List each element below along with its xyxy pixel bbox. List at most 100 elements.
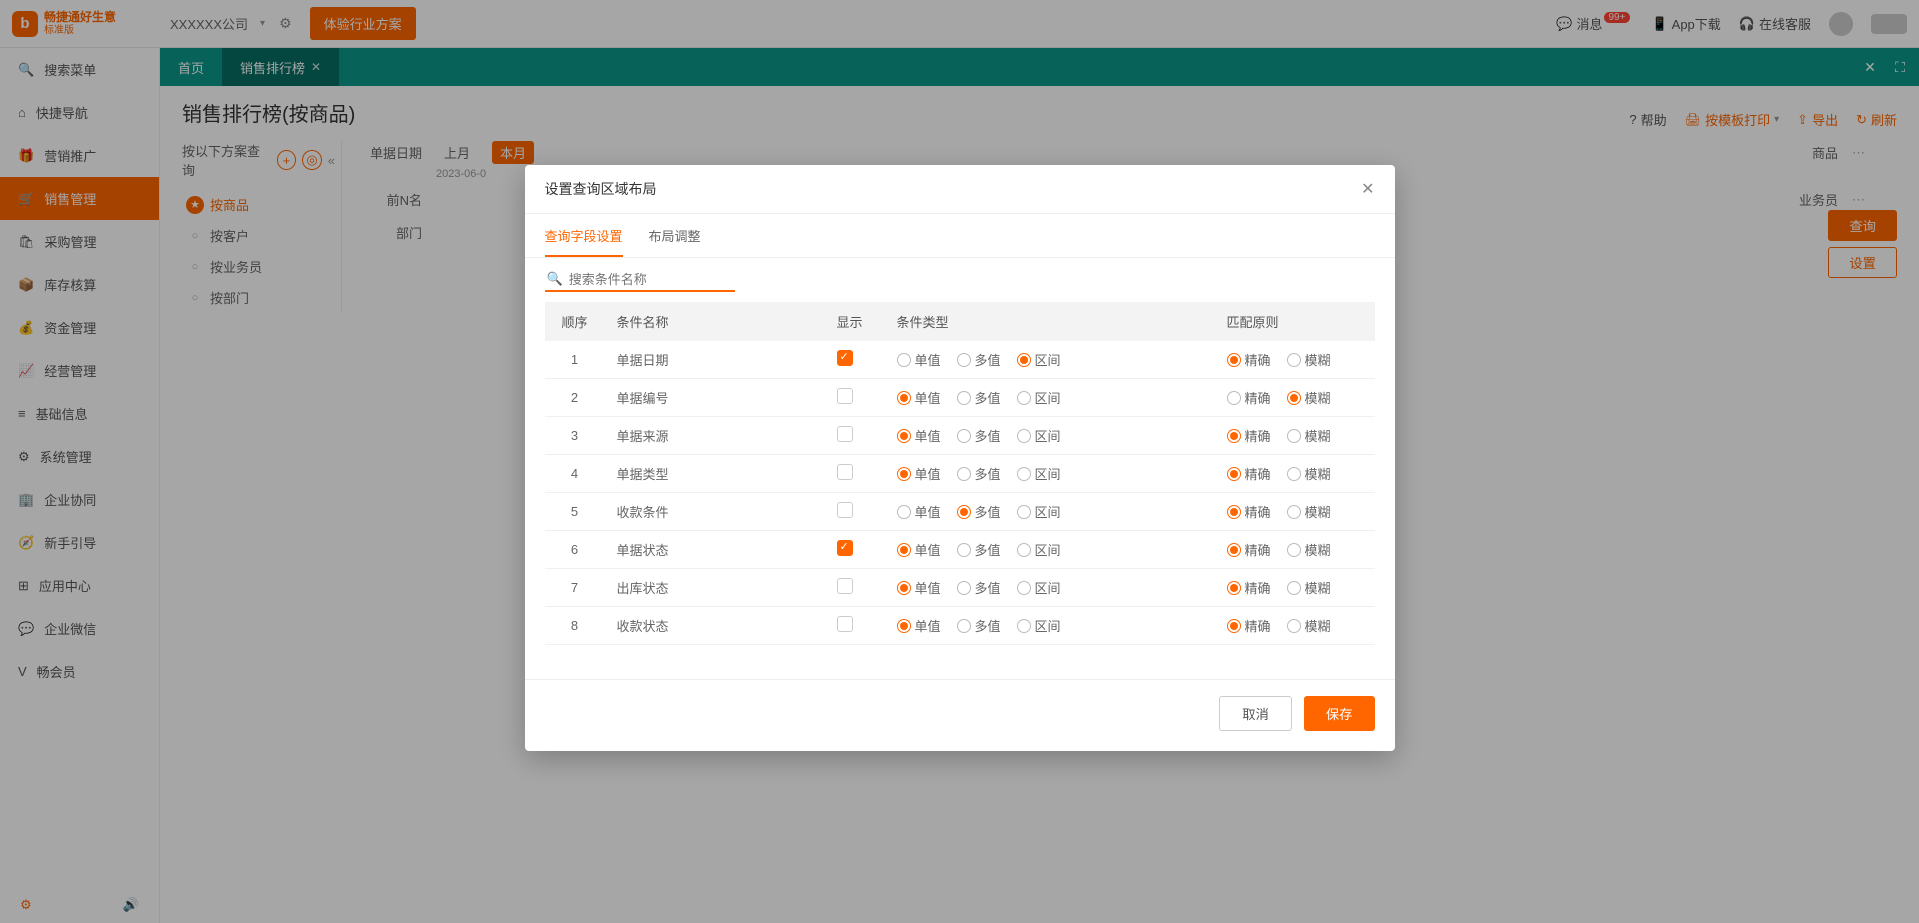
radio-option[interactable]: 区间 <box>1017 388 1061 407</box>
radio-option[interactable]: 单值 <box>897 464 941 483</box>
display-checkbox[interactable] <box>837 502 853 518</box>
radio-option[interactable]: 精确 <box>1227 502 1271 521</box>
table-row: 8收款状态单值多值区间精确模糊 <box>545 607 1375 645</box>
row-index: 6 <box>545 531 605 569</box>
radio-option[interactable]: 区间 <box>1017 540 1061 559</box>
display-checkbox[interactable] <box>837 540 853 556</box>
radio-option[interactable]: 模糊 <box>1287 616 1331 635</box>
radio-option[interactable]: 模糊 <box>1287 426 1331 445</box>
radio-option[interactable]: 区间 <box>1017 502 1061 521</box>
type-cell: 单值多值区间 <box>885 531 1215 569</box>
radio-option[interactable]: 精确 <box>1227 616 1271 635</box>
modal-overlay: 设置查询区域布局 ✕ 查询字段设置布局调整 🔍 顺序 条件名称 显示 条件类型 … <box>0 0 1919 923</box>
radio-option[interactable]: 区间 <box>1017 616 1061 635</box>
row-name: 单据来源 <box>605 417 825 455</box>
radio-option[interactable]: 精确 <box>1227 578 1271 597</box>
match-cell: 精确模糊 <box>1215 493 1375 531</box>
row-index: 8 <box>545 607 605 645</box>
radio-option[interactable]: 多值 <box>957 540 1001 559</box>
table-row: 3单据来源单值多值区间精确模糊 <box>545 417 1375 455</box>
radio-option[interactable]: 区间 <box>1017 426 1061 445</box>
radio-option[interactable]: 模糊 <box>1287 578 1331 597</box>
radio-option[interactable]: 单值 <box>897 426 941 445</box>
radio-option[interactable]: 多值 <box>957 502 1001 521</box>
radio-option[interactable]: 区间 <box>1017 464 1061 483</box>
display-checkbox[interactable] <box>837 464 853 480</box>
row-name: 收款条件 <box>605 493 825 531</box>
search-box[interactable]: 🔍 <box>545 268 735 292</box>
table-row: 1单据日期单值多值区间精确模糊 <box>545 341 1375 379</box>
table-row: 4单据类型单值多值区间精确模糊 <box>545 455 1375 493</box>
table-row: 9开票状态单值多值区间精确模糊 <box>545 645 1375 652</box>
col-display: 显示 <box>825 302 885 341</box>
row-index: 5 <box>545 493 605 531</box>
row-name: 单据编号 <box>605 379 825 417</box>
row-index: 4 <box>545 455 605 493</box>
row-name: 单据状态 <box>605 531 825 569</box>
row-name: 出库状态 <box>605 569 825 607</box>
radio-option[interactable]: 模糊 <box>1287 502 1331 521</box>
radio-option[interactable]: 区间 <box>1017 350 1061 369</box>
row-index: 2 <box>545 379 605 417</box>
type-cell: 单值多值区间 <box>885 341 1215 379</box>
type-cell: 单值多值区间 <box>885 417 1215 455</box>
radio-option[interactable]: 精确 <box>1227 350 1271 369</box>
match-cell: 精确模糊 <box>1215 341 1375 379</box>
radio-option[interactable]: 模糊 <box>1287 464 1331 483</box>
display-checkbox[interactable] <box>837 426 853 442</box>
radio-option[interactable]: 多值 <box>957 350 1001 369</box>
row-index: 1 <box>545 341 605 379</box>
row-index: 7 <box>545 569 605 607</box>
radio-option[interactable]: 模糊 <box>1287 388 1331 407</box>
search-input[interactable] <box>569 272 745 287</box>
display-checkbox[interactable] <box>837 388 853 404</box>
radio-option[interactable]: 单值 <box>897 578 941 597</box>
radio-option[interactable]: 模糊 <box>1287 540 1331 559</box>
col-type: 条件类型 <box>885 302 1215 341</box>
radio-option[interactable]: 精确 <box>1227 426 1271 445</box>
type-cell: 单值多值区间 <box>885 607 1215 645</box>
row-name: 开票状态 <box>605 645 825 652</box>
type-cell: 单值多值区间 <box>885 455 1215 493</box>
radio-option[interactable]: 单值 <box>897 502 941 521</box>
col-order: 顺序 <box>545 302 605 341</box>
cancel-button[interactable]: 取消 <box>1219 696 1292 731</box>
radio-option[interactable]: 多值 <box>957 388 1001 407</box>
radio-option[interactable]: 单值 <box>897 616 941 635</box>
settings-modal: 设置查询区域布局 ✕ 查询字段设置布局调整 🔍 顺序 条件名称 显示 条件类型 … <box>525 165 1395 751</box>
row-index: 3 <box>545 417 605 455</box>
match-cell: 精确模糊 <box>1215 645 1375 652</box>
close-icon[interactable]: ✕ <box>1361 179 1374 199</box>
table-row: 2单据编号单值多值区间精确模糊 <box>545 379 1375 417</box>
display-checkbox[interactable] <box>837 616 853 632</box>
search-icon: 🔍 <box>547 271 563 287</box>
fields-table: 顺序 条件名称 显示 条件类型 匹配原则 <box>545 302 1375 341</box>
col-match: 匹配原则 <box>1215 302 1375 341</box>
match-cell: 精确模糊 <box>1215 455 1375 493</box>
radio-option[interactable]: 多值 <box>957 578 1001 597</box>
radio-option[interactable]: 多值 <box>957 426 1001 445</box>
match-cell: 精确模糊 <box>1215 417 1375 455</box>
radio-option[interactable]: 模糊 <box>1287 350 1331 369</box>
radio-option[interactable]: 单值 <box>897 388 941 407</box>
display-checkbox[interactable] <box>837 350 853 366</box>
table-row: 6单据状态单值多值区间精确模糊 <box>545 531 1375 569</box>
display-checkbox[interactable] <box>837 578 853 594</box>
modal-tab-1[interactable]: 布局调整 <box>649 226 701 257</box>
radio-option[interactable]: 多值 <box>957 464 1001 483</box>
radio-option[interactable]: 多值 <box>957 616 1001 635</box>
match-cell: 精确模糊 <box>1215 607 1375 645</box>
radio-option[interactable]: 区间 <box>1017 578 1061 597</box>
save-button[interactable]: 保存 <box>1304 696 1375 731</box>
match-cell: 精确模糊 <box>1215 531 1375 569</box>
radio-option[interactable]: 精确 <box>1227 540 1271 559</box>
radio-option[interactable]: 精确 <box>1227 464 1271 483</box>
row-name: 单据类型 <box>605 455 825 493</box>
row-name: 单据日期 <box>605 341 825 379</box>
radio-option[interactable]: 单值 <box>897 350 941 369</box>
modal-tab-0[interactable]: 查询字段设置 <box>545 226 623 257</box>
radio-option[interactable]: 单值 <box>897 540 941 559</box>
type-cell: 单值多值区间 <box>885 379 1215 417</box>
match-cell: 精确模糊 <box>1215 569 1375 607</box>
radio-option[interactable]: 精确 <box>1227 388 1271 407</box>
